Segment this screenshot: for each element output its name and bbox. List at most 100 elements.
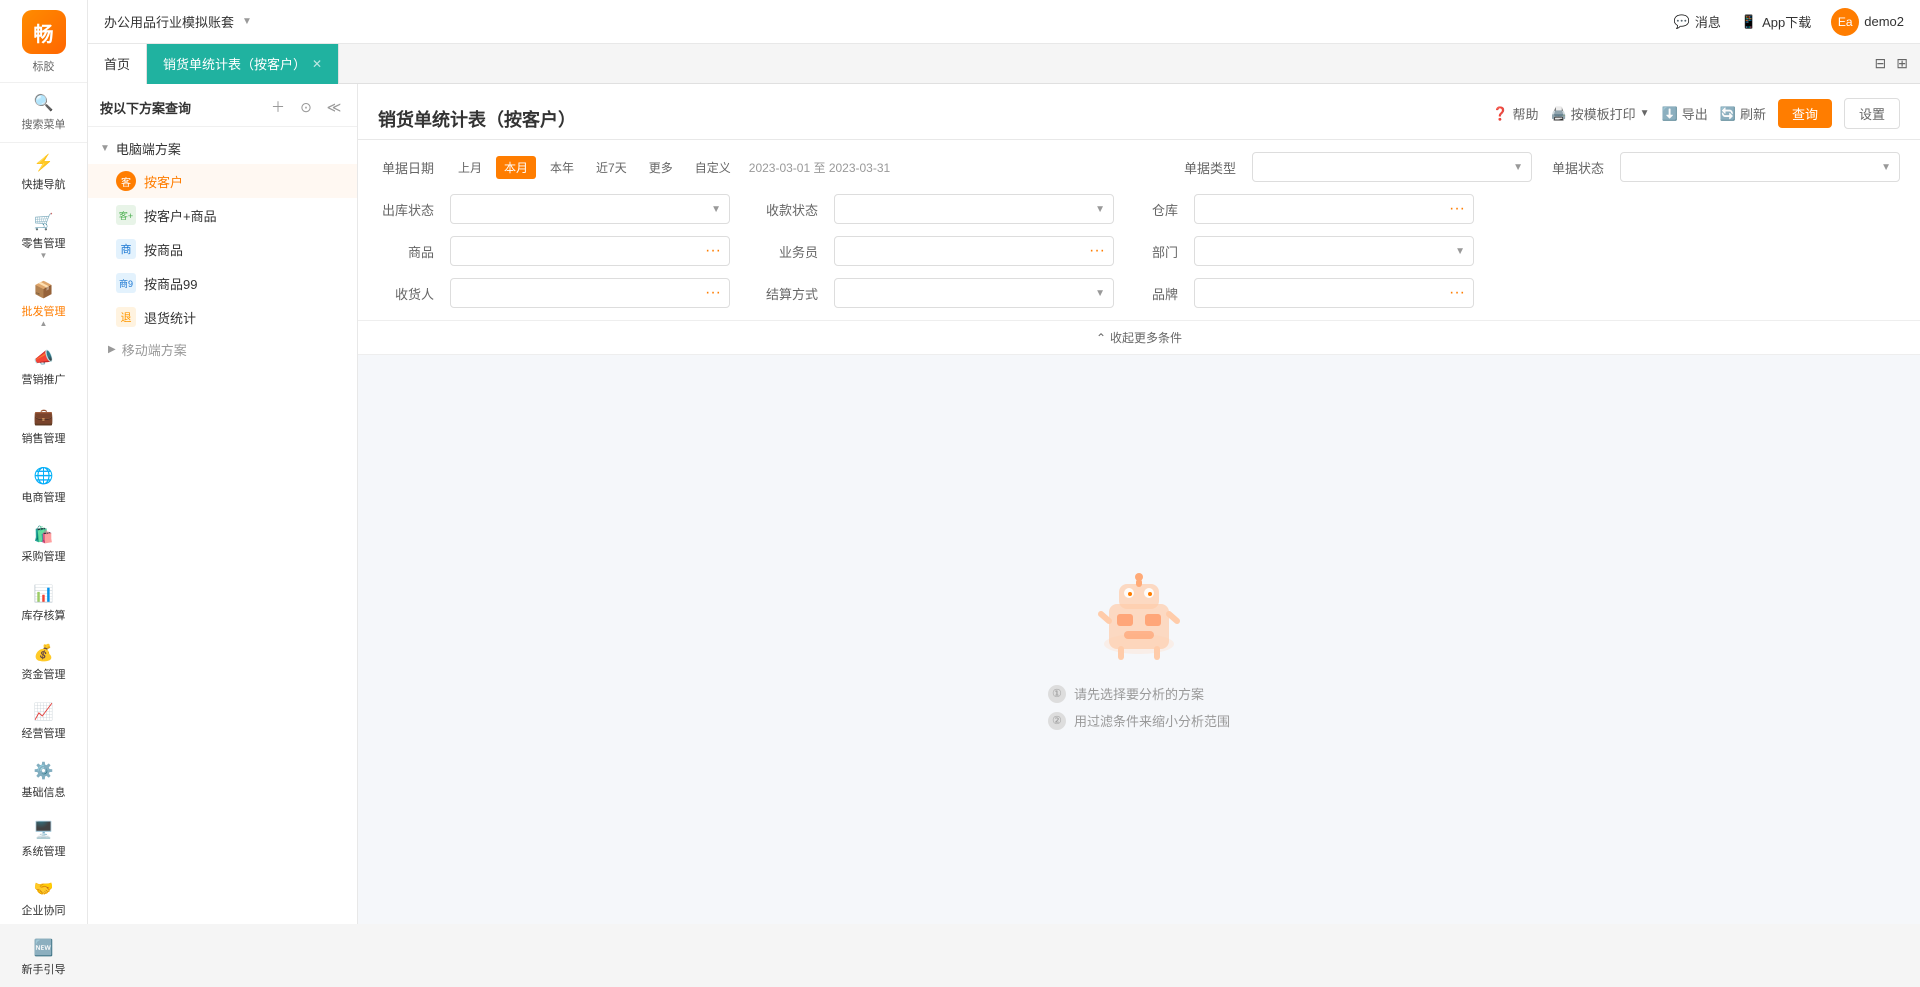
warehouse-dots[interactable]: ··· [1449, 200, 1465, 218]
user-name: demo2 [1864, 14, 1904, 29]
consignee-input[interactable]: ··· [450, 278, 730, 308]
template-print-btn[interactable]: 🖨️ 按模板打印 ▼ [1550, 104, 1649, 123]
date-range: 2023-03-01 至 2023-03-31 [749, 159, 890, 176]
empty-hint-2: ② 用过滤条件来缩小分析范围 [1048, 711, 1230, 730]
purchase-icon: 🛍️ [34, 525, 54, 545]
warehouse-input[interactable]: ··· [1194, 194, 1474, 224]
settings-scheme-btn[interactable]: ⊙ [295, 96, 317, 118]
sidebar-item-system[interactable]: 🖥️ 系统管理 [0, 810, 87, 869]
doc-type-arrow: ▼ [1513, 162, 1523, 173]
tree-group-mobile: ▶ 移动端方案 [88, 334, 357, 365]
sales-label: 销售管理 [22, 430, 66, 446]
goods-dots[interactable]: ··· [705, 242, 721, 260]
doc-status-arrow: ▼ [1881, 162, 1891, 173]
out-status-select[interactable]: ▼ [450, 194, 730, 224]
refresh-btn[interactable]: 🔄 刷新 [1720, 104, 1766, 123]
settle-select[interactable]: ▼ [834, 278, 1114, 308]
system-label: 系统管理 [22, 843, 66, 859]
tree-group-mobile-header[interactable]: ▶ 移动端方案 [88, 334, 357, 365]
hint-num-2: ② [1048, 712, 1066, 730]
filter-row-1: 单据日期 上月 本月 本年 近7天 更多 自定义 2023-03-01 至 20… [378, 152, 1900, 182]
goods-label: 商品 [378, 242, 434, 261]
basic-icon: ⚙️ [34, 761, 54, 781]
left-panel-header: 按以下方案查询 ＋ ⊙ ≪ [88, 84, 357, 127]
tab-home[interactable]: 首页 [88, 44, 147, 84]
tree-group-desktop-header[interactable]: ▼ 电脑端方案 [88, 133, 357, 164]
topbar-title: 办公用品行业模拟账套 [104, 12, 234, 31]
doc-type-select[interactable]: ▼ [1252, 152, 1532, 182]
tree-item-returns[interactable]: 退 退货统计 [88, 300, 357, 334]
tab-maximize-icon[interactable]: ⊞ [1896, 55, 1908, 72]
sidebar-item-marketing[interactable]: 📣 营销推广 [0, 338, 87, 397]
sidebar: 畅 标胶 🔍 搜索菜单 ⚡ 快捷导航 🛒 零售管理 ▼ 📦 批发管理 ▲ 📣 营… [0, 0, 88, 924]
date-btn-more[interactable]: 更多 [641, 156, 681, 179]
quicknav-label: 快捷导航 [22, 176, 66, 192]
sidebar-item-wholesale[interactable]: 📦 批发管理 ▲ [0, 270, 87, 338]
user-avatar: Ea [1831, 8, 1859, 36]
tab-sales-stat[interactable]: 销货单统计表（按客户） ✕ [147, 44, 339, 84]
sidebar-item-purchase[interactable]: 🛍️ 采购管理 [0, 515, 87, 574]
tabbar: 首页 销货单统计表（按客户） ✕ ⊟ ⊞ [88, 44, 1920, 84]
date-btn-thismonth[interactable]: 本月 [496, 156, 536, 179]
tree-item-by-goods99[interactable]: 商9 按商品99 [88, 266, 357, 300]
inventory-icon: 📊 [34, 584, 54, 604]
topbar-user-area[interactable]: Ea demo2 [1831, 8, 1904, 36]
collapse-chevron: ⌃ [1096, 331, 1106, 345]
date-btn-lastmonth[interactable]: 上月 [450, 156, 490, 179]
doc-status-select[interactable]: ▼ [1620, 152, 1900, 182]
consignee-dots[interactable]: ··· [705, 284, 721, 302]
date-btn-7days[interactable]: 近7天 [588, 156, 635, 179]
salesman-input[interactable]: ··· [834, 236, 1114, 266]
topbar-left: 办公用品行业模拟账套 ▼ [104, 12, 252, 31]
goods-input[interactable]: ··· [450, 236, 730, 266]
tab-close-icon[interactable]: ✕ [312, 57, 322, 71]
tab-expand-area: ⊟ ⊞ [1863, 55, 1920, 72]
sidebar-item-quicknav[interactable]: ⚡ 快捷导航 [0, 143, 87, 202]
sidebar-item-operations[interactable]: 📈 经营管理 [0, 692, 87, 751]
page-actions: ❓ 帮助 🖨️ 按模板打印 ▼ ⬇️ 导出 🔄 刷新 [1492, 98, 1900, 139]
sidebar-item-ecommerce[interactable]: 🌐 电商管理 [0, 456, 87, 515]
export-icon: ⬇️ [1662, 106, 1678, 122]
date-btn-thisyear[interactable]: 本年 [542, 156, 582, 179]
tree-item-by-customer-goods[interactable]: 客+ 按客户+商品 [88, 198, 357, 232]
collapse-panel-btn[interactable]: ≪ [323, 96, 345, 118]
retail-label: 零售管理 [22, 235, 66, 251]
brand-dots[interactable]: ··· [1449, 284, 1465, 302]
sidebar-item-sales[interactable]: 💼 销售管理 [0, 397, 87, 456]
right-panel: 销货单统计表（按客户） ❓ 帮助 🖨️ 按模板打印 ▼ ⬇️ 导出 [358, 84, 1920, 924]
salesman-dots[interactable]: ··· [1089, 242, 1105, 260]
empty-hint-1: ① 请先选择要分析的方案 [1048, 684, 1230, 703]
recv-status-select[interactable]: ▼ [834, 194, 1114, 224]
wholesale-label: 批发管理 [22, 303, 66, 319]
sidebar-item-basic[interactable]: ⚙️ 基础信息 [0, 751, 87, 810]
dept-select[interactable]: ▼ [1194, 236, 1474, 266]
sidebar-item-newuser[interactable]: 🆕 新手引导 [0, 928, 87, 987]
date-btn-custom[interactable]: 自定义 [687, 156, 739, 179]
export-label: 导出 [1682, 104, 1708, 123]
topbar-dropdown-icon[interactable]: ▼ [242, 16, 252, 27]
tree-item-by-customer[interactable]: 客 按客户 [88, 164, 357, 198]
print-dropdown-icon: ▼ [1640, 108, 1650, 119]
add-scheme-btn[interactable]: ＋ [267, 96, 289, 118]
ecommerce-icon: 🌐 [34, 466, 54, 486]
left-panel-title: 按以下方案查询 [100, 98, 191, 117]
sidebar-item-retail[interactable]: 🛒 零售管理 ▼ [0, 202, 87, 270]
returns-label: 退货统计 [144, 308, 196, 327]
sidebar-item-finance[interactable]: 💰 资金管理 [0, 633, 87, 692]
sidebar-search[interactable]: 🔍 搜索菜单 [0, 83, 87, 143]
query-btn[interactable]: 查询 [1778, 99, 1832, 128]
brand-input[interactable]: ··· [1194, 278, 1474, 308]
sidebar-item-inventory[interactable]: 📊 库存核算 [0, 574, 87, 633]
sidebar-item-enterprise[interactable]: 🤝 企业协同 [0, 869, 87, 928]
tab-minimize-icon[interactable]: ⊟ [1875, 55, 1887, 72]
settings-btn[interactable]: 设置 [1844, 98, 1900, 129]
home-tab-label: 首页 [104, 54, 130, 73]
print-icon: 🖨️ [1550, 106, 1566, 122]
topbar-message-btn[interactable]: 💬 消息 [1674, 12, 1721, 31]
ecommerce-label: 电商管理 [22, 489, 66, 505]
export-btn[interactable]: ⬇️ 导出 [1662, 104, 1708, 123]
help-btn[interactable]: ❓ 帮助 [1492, 104, 1538, 123]
tree-item-by-goods[interactable]: 商 按商品 [88, 232, 357, 266]
collapse-bar[interactable]: ⌃ 收起更多条件 [358, 321, 1920, 355]
topbar-app-download-btn[interactable]: 📱 App下载 [1741, 12, 1811, 31]
